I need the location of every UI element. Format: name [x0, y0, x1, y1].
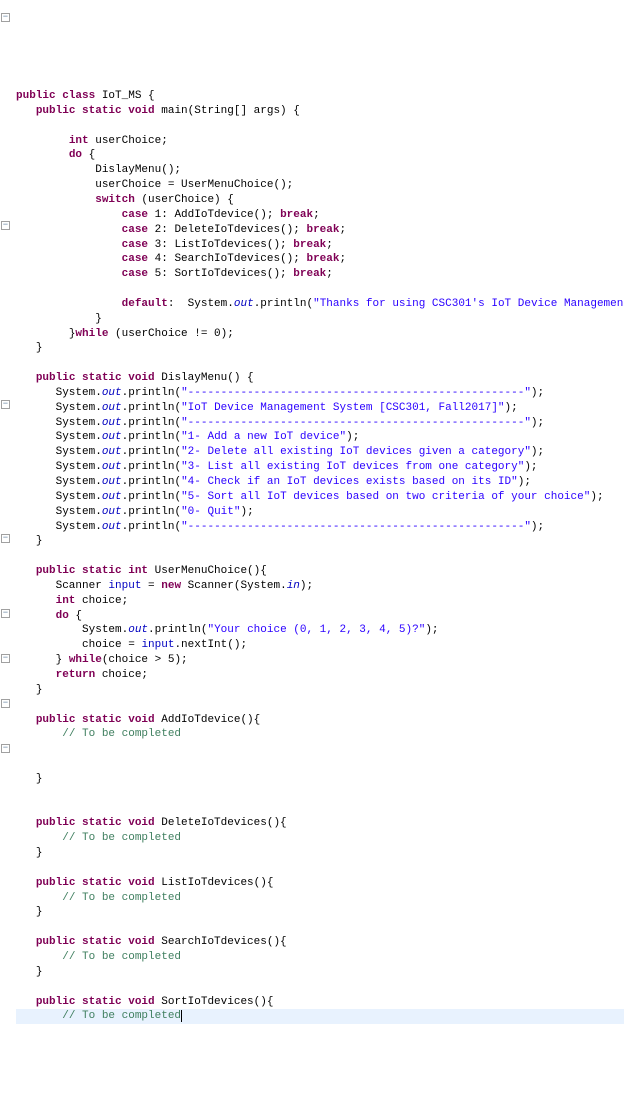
add-signature: public static void AddIoTdevice(){: [36, 714, 260, 726]
displaymenu-signature: public static void DislayMenu() {: [36, 372, 254, 384]
choice-decl: int choice;: [56, 595, 129, 607]
close-list: }: [36, 906, 43, 918]
println-5: System.out.println("3- List all existing…: [56, 461, 538, 473]
do-start: do {: [69, 149, 95, 161]
prompt-println: System.out.println("Your choice (0, 1, 2…: [82, 624, 439, 636]
current-line: // To be completed: [16, 1009, 624, 1024]
println-7: System.out.println("5- Sort all IoT devi…: [56, 491, 604, 503]
while-uc: } while(choice > 5);: [56, 654, 188, 666]
comment-delete: // To be completed: [62, 832, 181, 844]
comment-sort: // To be completed: [62, 1010, 181, 1022]
case-3: case 3: ListIoTdevices(); break;: [122, 239, 333, 251]
fold-toggle-sort[interactable]: −: [1, 744, 10, 753]
search-signature: public static void SearchIoTdevices(){: [36, 936, 287, 948]
case-5: case 5: SortIoTdevices(); break;: [122, 268, 333, 280]
fold-toggle-search[interactable]: −: [1, 699, 10, 708]
println-0: System.out.println("--------------------…: [56, 387, 545, 399]
gutter: − − − − − − − −: [0, 0, 12, 675]
comment-search: // To be completed: [62, 951, 181, 963]
close-add: }: [36, 773, 43, 785]
comment-add: // To be completed: [62, 728, 181, 740]
fold-toggle-list[interactable]: −: [1, 654, 10, 663]
delete-signature: public static void DeleteIoTdevices(){: [36, 817, 287, 829]
choice-assign: choice = input.nextInt();: [82, 639, 247, 651]
close-usermenu: }: [36, 684, 43, 696]
close-delete: }: [36, 847, 43, 859]
println-6: System.out.println("4- Check if an IoT d…: [56, 476, 531, 488]
close-main: }: [36, 342, 43, 354]
fold-toggle-displaymenu[interactable]: −: [1, 221, 10, 230]
println-9: System.out.println("--------------------…: [56, 521, 545, 533]
while-end: }while (userChoice != 0);: [69, 328, 234, 340]
close-search: }: [36, 966, 43, 978]
fold-toggle-delete[interactable]: −: [1, 609, 10, 618]
case-2: case 2: DeleteIoTdevices(); break;: [122, 224, 346, 236]
close-switch: }: [95, 313, 102, 325]
println-1: System.out.println("IoT Device Managemen…: [56, 402, 518, 414]
default-case: default: System.out.println("Thanks for …: [122, 298, 624, 310]
usermenu-signature: public static int UserMenuChoice(){: [36, 565, 267, 577]
fold-toggle-main[interactable]: −: [1, 13, 10, 22]
switch-start: switch (userChoice) {: [95, 194, 234, 206]
case-1: case 1: AddIoTdevice(); break;: [122, 209, 320, 221]
fold-toggle-usermenu[interactable]: −: [1, 400, 10, 409]
sort-signature: public static void SortIoTdevices(){: [36, 996, 274, 1008]
close-displaymenu: }: [36, 535, 43, 547]
do-start-uc: do {: [56, 610, 82, 622]
class-declaration: public class IoT_MS {: [16, 90, 155, 102]
text-cursor: [181, 1010, 182, 1022]
case-4: case 4: SearchIoTdevices(); break;: [122, 253, 346, 265]
println-8: System.out.println("0- Quit");: [56, 506, 254, 518]
println-4: System.out.println("2- Delete all existi…: [56, 446, 545, 458]
println-2: System.out.println("--------------------…: [56, 417, 545, 429]
scanner-decl: Scanner input = new Scanner(System.in);: [56, 580, 313, 592]
println-3: System.out.println("1- Add a new IoT dev…: [56, 431, 360, 443]
userchoice-decl: int userChoice;: [69, 135, 168, 147]
main-signature: public static void main(String[] args) {: [36, 105, 300, 117]
fold-toggle-add[interactable]: −: [1, 534, 10, 543]
code-editor[interactable]: public class IoT_MS { public static void…: [2, 89, 624, 1024]
list-signature: public static void ListIoTdevices(){: [36, 877, 274, 889]
comment-list: // To be completed: [62, 892, 181, 904]
assign-userchoice: userChoice = UserMenuChoice();: [95, 179, 293, 191]
call-displaymenu: DislayMenu();: [95, 164, 181, 176]
